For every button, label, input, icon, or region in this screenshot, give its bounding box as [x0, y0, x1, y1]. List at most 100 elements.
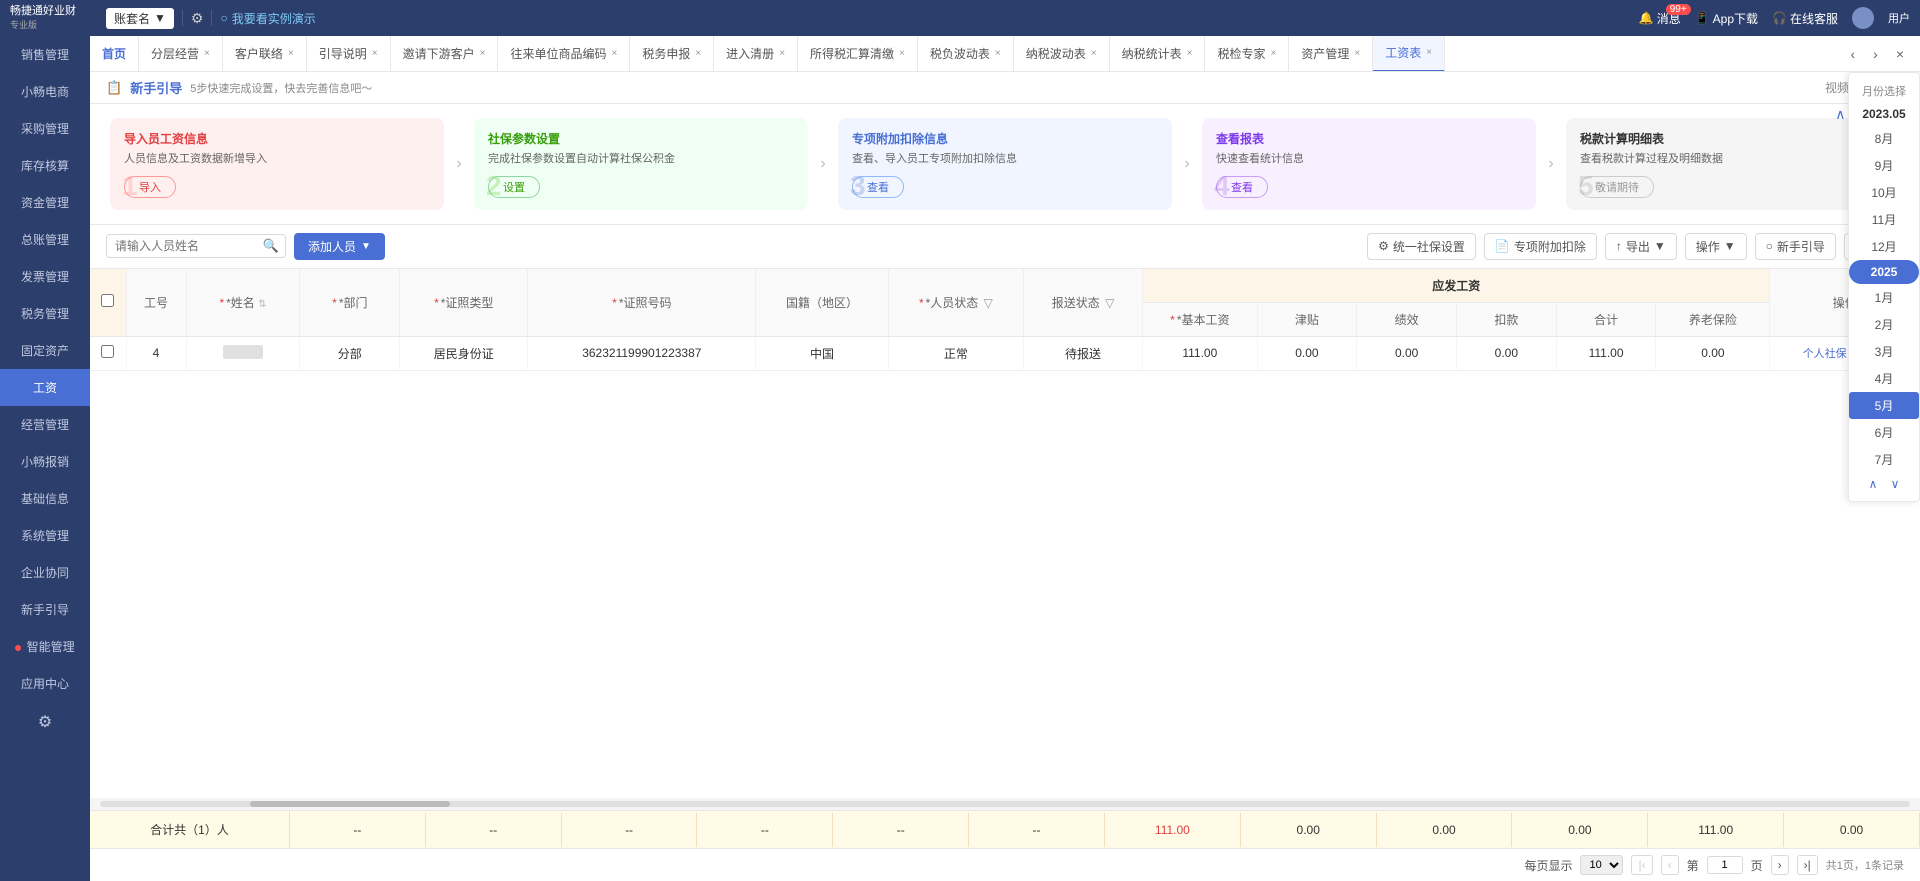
last-page-button[interactable]: ›|: [1797, 855, 1818, 875]
page-input[interactable]: [1707, 856, 1743, 874]
tab-close-icon[interactable]: ×: [1091, 48, 1097, 59]
tab-next-icon[interactable]: ›: [1865, 46, 1886, 62]
sidebar-item-purchase[interactable]: 采购管理: [0, 110, 90, 147]
sidebar-item-app-center[interactable]: 应用中心: [0, 665, 90, 702]
prev-page-button[interactable]: ‹: [1661, 855, 1679, 875]
month-prev-year-icon[interactable]: ∧: [1830, 106, 1850, 123]
sidebar-item-finance[interactable]: 资金管理: [0, 184, 90, 221]
tab-close-icon[interactable]: ×: [779, 48, 785, 59]
tab-tax-report[interactable]: 税务申报 ×: [630, 36, 714, 72]
sidebar-item-inventory[interactable]: 库存核算: [0, 147, 90, 184]
sidebar-item-operations[interactable]: 经营管理: [0, 406, 90, 443]
tab-close-icon[interactable]: ×: [695, 48, 701, 59]
avatar[interactable]: [1852, 7, 1874, 29]
tab-close-icon[interactable]: ×: [1270, 48, 1276, 59]
tab-prev-icon[interactable]: ‹: [1842, 46, 1863, 62]
tab-tax-expert[interactable]: 税检专家 ×: [1205, 36, 1289, 72]
sidebar-item-tax[interactable]: 税务管理: [0, 295, 90, 332]
sidebar-item-payroll[interactable]: 工资: [0, 369, 90, 406]
sidebar-item-fixed-assets[interactable]: 固定资产: [0, 332, 90, 369]
tab-close-icon[interactable]: ×: [1187, 48, 1193, 59]
tab-assets[interactable]: 资产管理 ×: [1289, 36, 1373, 72]
tab-income-tax[interactable]: 所得税汇算清缴 ×: [798, 36, 918, 72]
month-item-mar[interactable]: 3月: [1849, 338, 1919, 365]
month-item-may[interactable]: 5月: [1849, 392, 1919, 419]
month-item-nov[interactable]: 11月: [1849, 206, 1919, 233]
month-item-jan[interactable]: 1月: [1849, 284, 1919, 311]
select-all-checkbox[interactable]: [101, 294, 114, 307]
tab-hierarchy[interactable]: 分层经营 ×: [139, 36, 223, 72]
tab-close-all-icon[interactable]: ×: [1888, 46, 1912, 62]
month-item-jul[interactable]: 7月: [1849, 446, 1919, 473]
message-button[interactable]: 🔔 消息 99+: [1639, 10, 1681, 27]
tab-close-icon[interactable]: ×: [995, 48, 1001, 59]
month-item-aug[interactable]: 8月: [1849, 125, 1919, 152]
month-item-apr[interactable]: 4月: [1849, 365, 1919, 392]
gear-icon[interactable]: ⚙: [191, 10, 204, 27]
sidebar-item-ai[interactable]: 智能管理: [0, 628, 90, 665]
month-scroll-down-icon[interactable]: ∨: [1885, 477, 1905, 491]
sidebar-item-basic-info[interactable]: 基础信息: [0, 480, 90, 517]
tab-close-icon[interactable]: ×: [204, 48, 210, 59]
sidebar-item-system[interactable]: 系统管理: [0, 517, 90, 554]
row-checkbox[interactable]: [101, 345, 114, 358]
tab-clearance[interactable]: 进入清册 ×: [714, 36, 798, 72]
sidebar-item-expense[interactable]: 小畅报销: [0, 443, 90, 480]
total-info: 共1页，1条记录: [1826, 857, 1904, 873]
filter-report-icon[interactable]: ▽: [1105, 296, 1114, 310]
video-btn[interactable]: 视频: [1825, 79, 1849, 96]
next-page-button[interactable]: ›: [1771, 855, 1789, 875]
sidebar-item-cooperation[interactable]: 企业协同: [0, 554, 90, 591]
add-person-button[interactable]: 添加人员 ▼: [294, 233, 385, 260]
tab-close-icon[interactable]: ×: [288, 48, 294, 59]
export-button[interactable]: ↑ 导出 ▼: [1605, 233, 1677, 260]
sidebar-gear-icon[interactable]: ⚙: [0, 702, 90, 742]
sort-name-icon[interactable]: ⇅: [258, 299, 266, 310]
month-item-dec[interactable]: 12月: [1849, 233, 1919, 260]
sidebar-item-ledger[interactable]: 总账管理: [0, 221, 90, 258]
tab-close-icon[interactable]: ×: [1354, 48, 1360, 59]
month-scroll-up-icon[interactable]: ∧: [1863, 477, 1883, 491]
personal-social-btn[interactable]: 个人社保: [1803, 348, 1847, 360]
filter-status-icon[interactable]: ▽: [984, 296, 993, 310]
sidebar-item-guide[interactable]: 新手引导: [0, 591, 90, 628]
sidebar-item-sales[interactable]: 销售管理: [0, 36, 90, 73]
search-input[interactable]: [106, 234, 286, 258]
tab-tax-fluctuation[interactable]: 纳税波动表 ×: [1014, 36, 1110, 72]
tab-tax-burden[interactable]: 税负波动表 ×: [918, 36, 1014, 72]
month-year-2025[interactable]: 2025: [1849, 260, 1919, 284]
demo-circle-icon: ○: [220, 11, 227, 25]
month-item-sep[interactable]: 9月: [1849, 152, 1919, 179]
special-deduction-button[interactable]: 📄 专项附加扣除: [1484, 233, 1597, 260]
tab-close-icon[interactable]: ×: [1426, 47, 1432, 58]
scroll-thumb[interactable]: [250, 801, 450, 807]
tab-close-icon[interactable]: ×: [611, 48, 617, 59]
tab-home[interactable]: 首页: [90, 36, 139, 72]
first-page-button[interactable]: |‹: [1631, 855, 1652, 875]
sidebar-item-label: 工资: [0, 379, 90, 396]
social-settings-button[interactable]: ⚙ 统一社保设置: [1367, 233, 1476, 260]
tab-close-icon[interactable]: ×: [899, 48, 905, 59]
month-item-jun[interactable]: 6月: [1849, 419, 1919, 446]
step-num-5: 5: [1578, 170, 1594, 202]
page-size-select[interactable]: 10 20 50: [1580, 855, 1623, 875]
sidebar-item-invoice[interactable]: 发票管理: [0, 258, 90, 295]
tab-tax-stats[interactable]: 纳税统计表 ×: [1110, 36, 1206, 72]
company-dropdown[interactable]: 账套名 ▼: [106, 8, 174, 29]
tab-close-icon[interactable]: ×: [480, 48, 486, 59]
tab-product-code[interactable]: 往来单位商品编码 ×: [498, 36, 630, 72]
tab-payroll[interactable]: 工资表 ×: [1373, 36, 1445, 72]
online-service-button[interactable]: 🎧 在线客服: [1772, 10, 1838, 27]
month-item-feb[interactable]: 2月: [1849, 311, 1919, 338]
sidebar-item-ecommerce[interactable]: 小畅电商: [0, 73, 90, 110]
app-download-button[interactable]: 📱 App下载: [1695, 10, 1758, 27]
tab-guide-desc[interactable]: 引导说明 ×: [307, 36, 391, 72]
month-item-oct[interactable]: 10月: [1849, 179, 1919, 206]
tab-invite[interactable]: 邀请下游客户 ×: [391, 36, 499, 72]
search-icon[interactable]: 🔍: [263, 238, 279, 254]
demo-button[interactable]: ○ 我要看实例演示: [220, 10, 315, 27]
tab-customer[interactable]: 客户联络 ×: [223, 36, 307, 72]
tab-close-icon[interactable]: ×: [372, 48, 378, 59]
new-guide-button[interactable]: ○ 新手引导: [1755, 233, 1836, 260]
operation-button[interactable]: 操作 ▼: [1685, 233, 1747, 260]
